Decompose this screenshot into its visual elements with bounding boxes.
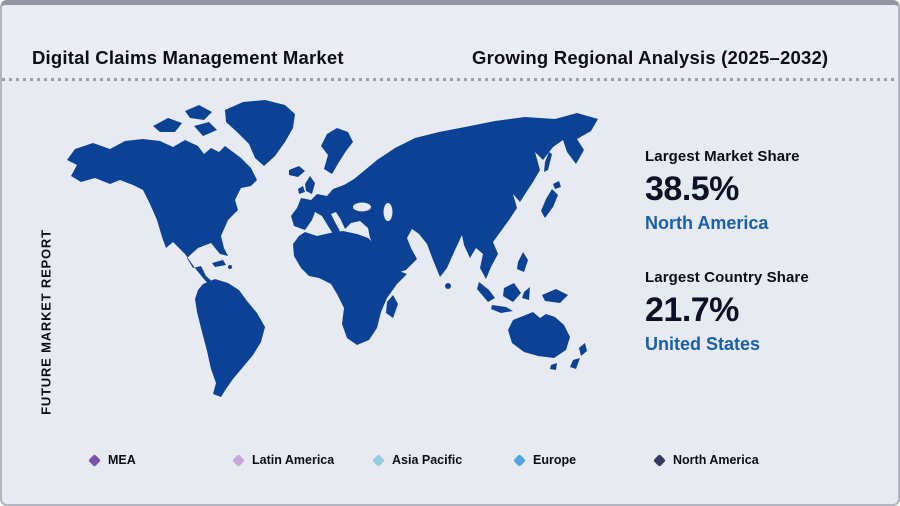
stat-largest-country-share: Largest Country Share 21.7% United State… <box>645 269 809 355</box>
legend-item-mea: MEA <box>88 453 136 467</box>
legend-label: Latin America <box>252 453 335 467</box>
world-map <box>65 90 605 410</box>
stat-value: 21.7% <box>645 291 739 329</box>
legend-label: Europe <box>533 453 577 467</box>
stat-value: 38.5% <box>645 170 739 208</box>
stat-region: North America <box>645 213 769 233</box>
legend-dot-icon <box>372 453 385 467</box>
legend: MEA Latin America Asia Pacific Europe No… <box>2 453 898 473</box>
infographic-card: Digital Claims Management Market Growing… <box>0 0 900 506</box>
page-title: Digital Claims Management Market <box>32 47 344 68</box>
brand-vertical-label: FUTURE MARKET REPORT <box>38 229 54 415</box>
dotted-divider <box>2 78 898 81</box>
world-map-svg <box>67 100 598 397</box>
stat-largest-market-share: Largest Market Share 38.5% North America <box>645 148 800 234</box>
legend-label: North America <box>673 453 759 467</box>
legend-dot-icon <box>88 453 101 467</box>
stat-label: Largest Country Share <box>645 269 809 286</box>
legend-label: MEA <box>108 453 136 467</box>
legend-dot-icon <box>653 453 666 467</box>
stat-label: Largest Market Share <box>645 148 800 165</box>
stat-region: United States <box>645 334 761 354</box>
legend-dot-icon <box>232 453 245 467</box>
legend-dot-icon <box>513 453 526 467</box>
legend-item-latin-america: Latin America <box>232 453 335 467</box>
legend-item-europe: Europe <box>513 453 577 467</box>
legend-item-asia-pacific: Asia Pacific <box>372 453 463 467</box>
page-subtitle: Growing Regional Analysis (2025–2032) <box>472 47 829 68</box>
legend-item-north-america: North America <box>653 453 759 467</box>
legend-label: Asia Pacific <box>392 453 463 467</box>
